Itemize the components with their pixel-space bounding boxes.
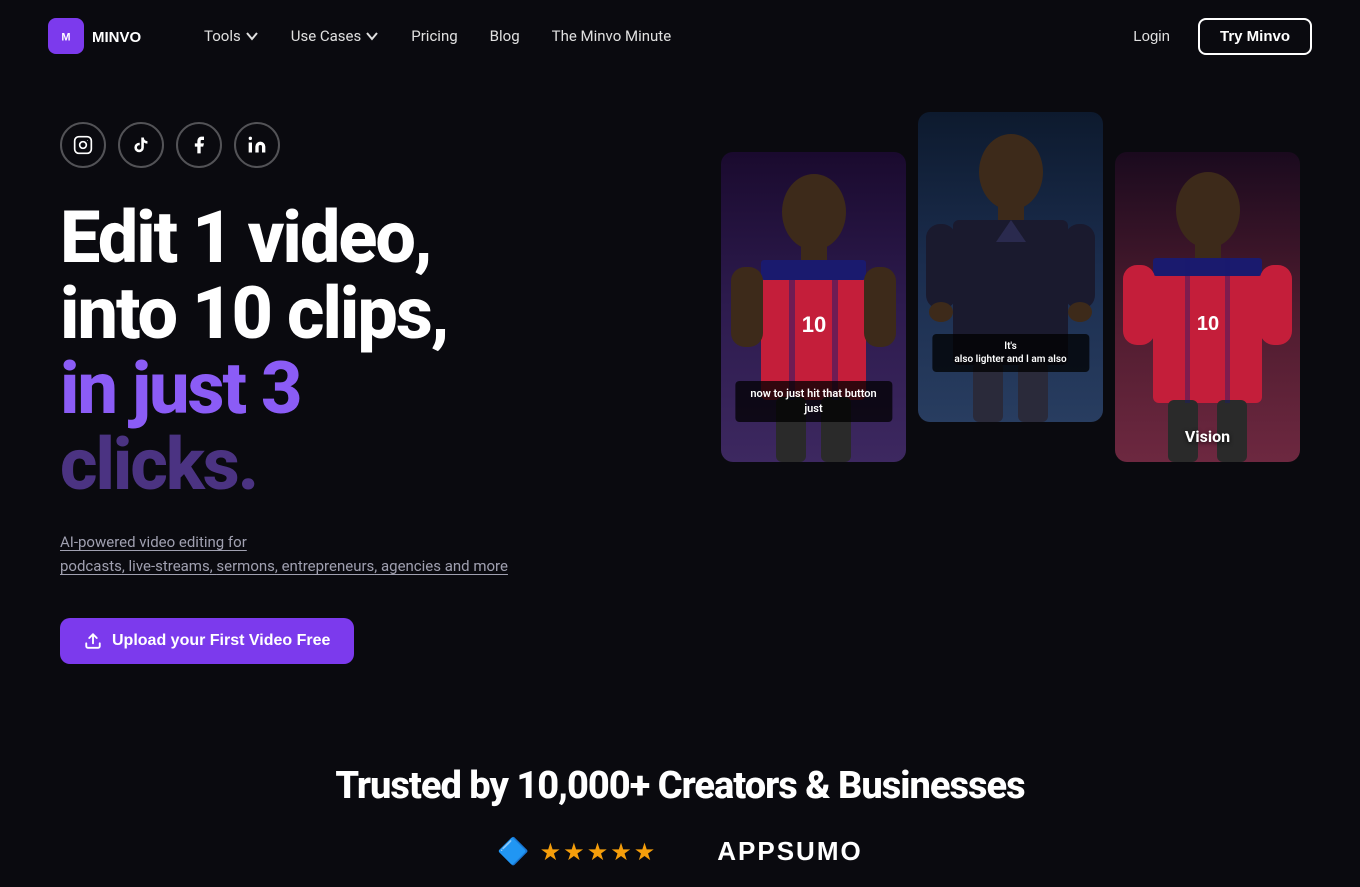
headline-accent1: in just 3 [60, 351, 508, 427]
hero-section: Edit 1 video, into 10 clips, in just 3 c… [0, 72, 1360, 724]
video-caption-2: It'salso lighter and I am also [932, 334, 1089, 372]
capterra-icon: 🔷 [497, 837, 529, 867]
nav-blog[interactable]: Blog [478, 19, 532, 53]
upload-cta-button[interactable]: Upload your First Video Free [60, 618, 354, 664]
hero-subtitle: AI-powered video editing for podcasts, l… [60, 530, 508, 578]
nav-minvo-minute[interactable]: The Minvo Minute [540, 19, 684, 53]
hero-left: Edit 1 video, into 10 clips, in just 3 c… [60, 112, 508, 664]
nav-left: M MINVO Tools Use Cases Pricing [48, 18, 683, 54]
nav-pricing[interactable]: Pricing [399, 19, 469, 53]
trust-logos: 🔷 ★★★★★ APPSUMO [60, 836, 1300, 867]
tiktok-icon [132, 135, 150, 155]
trust-title: Trusted by 10,000+ Creators & Businesses [60, 764, 1300, 808]
facebook-button[interactable] [176, 122, 222, 168]
nav-use-cases[interactable]: Use Cases [279, 19, 392, 53]
login-button[interactable]: Login [1121, 20, 1182, 53]
nav-tools[interactable]: Tools [192, 19, 271, 53]
appsumo-label: APPSUMO [717, 836, 862, 867]
logo-text-icon: MINVO [92, 26, 152, 46]
headline-line2: into 10 clips, [60, 276, 508, 352]
video-card-3: 10 Vision [1115, 152, 1300, 462]
upload-icon [84, 632, 102, 650]
trust-section: Trusted by 10,000+ Creators & Businesses… [0, 724, 1360, 887]
video-label-3: Vision [1185, 427, 1230, 446]
person-silhouette-2 [918, 112, 1103, 422]
tiktok-button[interactable] [118, 122, 164, 168]
video-card-1: 10 now to just hit that button just [721, 152, 906, 462]
svg-text:M: M [61, 32, 70, 44]
chevron-down-icon [245, 29, 259, 43]
nav-right: Login Try Minvo [1121, 18, 1312, 55]
person-silhouette-3: 10 [1115, 152, 1300, 462]
capterra-logo: 🔷 ★★★★★ [497, 837, 657, 867]
linkedin-icon [247, 135, 267, 155]
try-minvo-button[interactable]: Try Minvo [1198, 18, 1312, 55]
svg-text:MINVO: MINVO [92, 29, 142, 46]
stars-rating: ★★★★★ [540, 838, 658, 866]
video-card-2: It'salso lighter and I am also [918, 112, 1103, 422]
video-caption-1: now to just hit that button just [735, 381, 892, 422]
instagram-icon [73, 135, 93, 155]
headline: Edit 1 video, into 10 clips, in just 3 c… [60, 200, 508, 502]
facebook-icon [189, 135, 209, 155]
social-icons [60, 122, 508, 168]
logo-icon: M [48, 18, 84, 54]
svg-text:10: 10 [802, 312, 826, 337]
chevron-down-icon [365, 29, 379, 43]
instagram-button[interactable] [60, 122, 106, 168]
video-cards: 10 now to just hit that button just [508, 112, 1300, 462]
linkedin-button[interactable] [234, 122, 280, 168]
svg-text:10: 10 [1197, 313, 1219, 335]
headline-accent2: clicks. [60, 427, 508, 503]
headline-line1: Edit 1 video, [60, 200, 508, 276]
nav-links: Tools Use Cases Pricing Blog The Minvo M… [192, 19, 683, 53]
appsumo-logo: APPSUMO [717, 836, 862, 867]
navbar: M MINVO Tools Use Cases Pricing [0, 0, 1360, 72]
logo[interactable]: M MINVO [48, 18, 152, 54]
